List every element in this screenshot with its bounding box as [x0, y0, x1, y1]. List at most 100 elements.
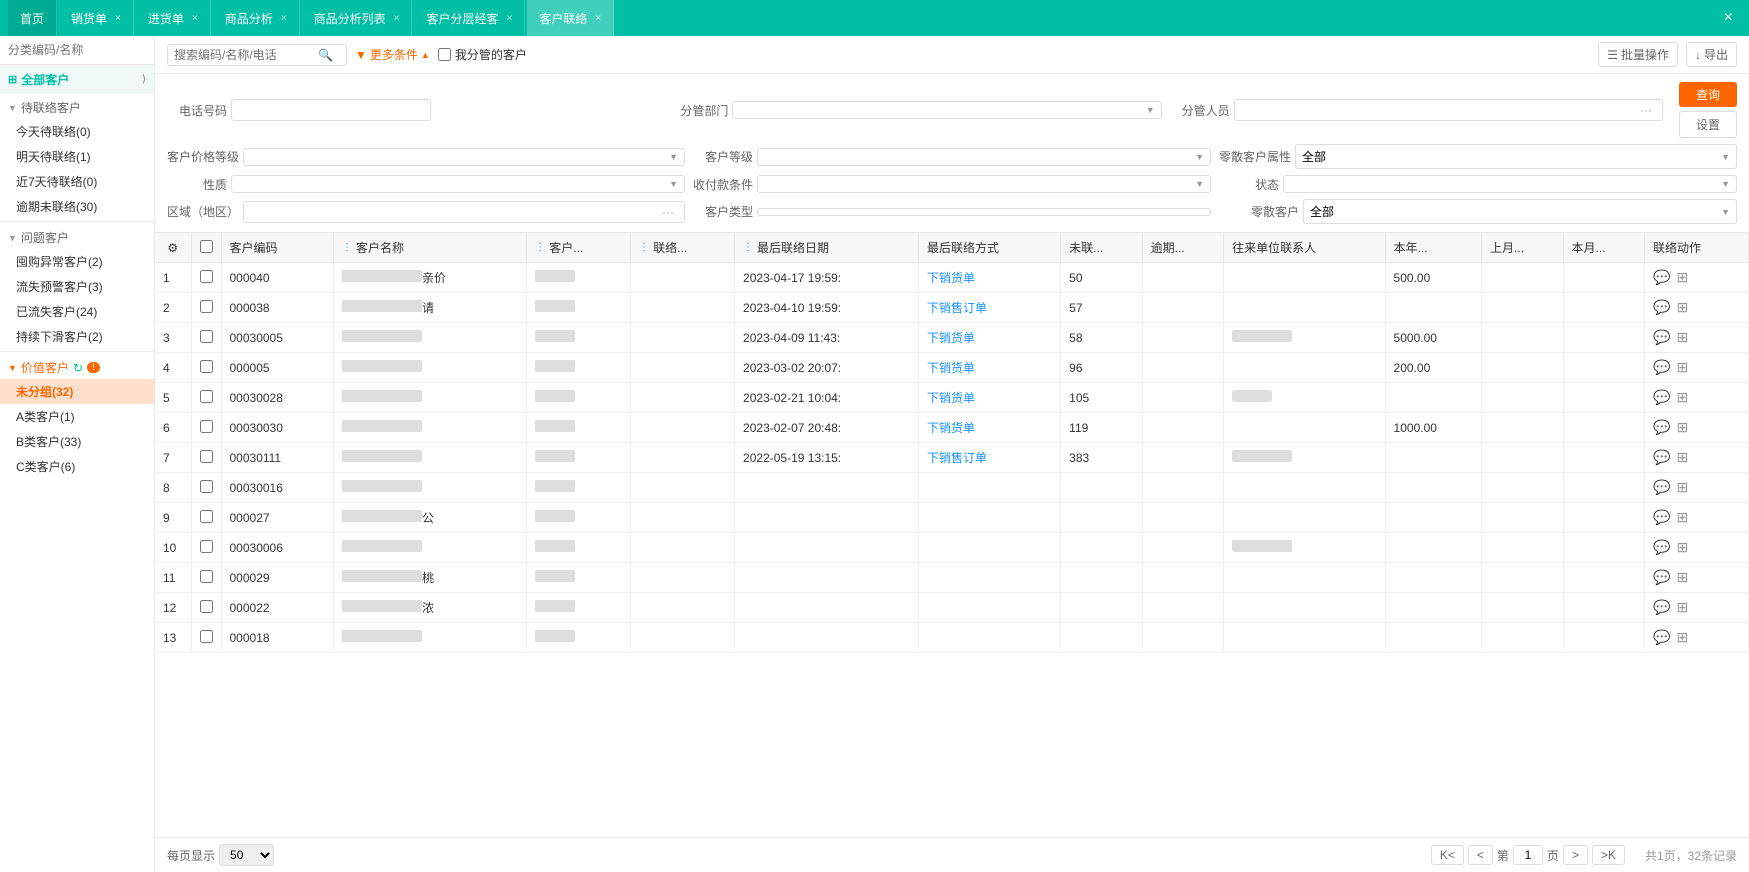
reset-btn[interactable]: 设置 — [1679, 111, 1737, 138]
row-checkbox[interactable] — [200, 330, 213, 343]
filter-person-select[interactable]: ··· — [1234, 99, 1663, 121]
filter-status-select[interactable]: ▼ — [1283, 175, 1737, 193]
sidebar-item-churn-warning[interactable]: 流失预警客户(3) — [0, 274, 154, 299]
sidebar-item-b-class[interactable]: B类客户(33) — [0, 429, 154, 454]
action-grid-icon[interactable]: ⊞ — [1676, 569, 1688, 586]
filter-customer-level-select[interactable]: ▼ — [757, 148, 1211, 166]
row-checkbox[interactable] — [200, 270, 213, 283]
action-grid-icon[interactable]: ⊞ — [1676, 299, 1688, 316]
nav-tab-home[interactable]: 首页 — [8, 0, 57, 36]
filter-price-level-select[interactable]: ▼ — [243, 148, 685, 166]
sidebar-score-group[interactable]: ▼ 价值客户 ↻ ! — [0, 354, 154, 379]
action-grid-icon[interactable]: ⊞ — [1676, 389, 1688, 406]
nav-tab-purchase[interactable]: 进货单 × — [136, 0, 211, 36]
last-method-link[interactable]: 下销货单 — [927, 421, 975, 435]
action-chat-icon[interactable]: 💬 — [1653, 359, 1670, 376]
filter-retail-customer-select[interactable]: 全部 ▼ — [1303, 199, 1737, 224]
th-settings[interactable]: ⚙ — [155, 233, 191, 263]
action-chat-icon[interactable]: 💬 — [1653, 329, 1670, 346]
nav-tab-sales-close[interactable]: × — [115, 13, 121, 24]
nav-tab-customer-contact[interactable]: 客户联络 × — [527, 0, 614, 36]
action-grid-icon[interactable]: ⊞ — [1676, 599, 1688, 616]
action-chat-icon[interactable]: 💬 — [1653, 479, 1670, 496]
th-name-resize[interactable]: ⋮ — [342, 242, 352, 253]
action-grid-icon[interactable]: ⊞ — [1676, 479, 1688, 496]
page-number-input[interactable] — [1513, 845, 1543, 865]
filter-dept-select[interactable]: ▼ — [732, 101, 1161, 119]
last-method-link[interactable]: 下销货单 — [927, 331, 975, 345]
row-checkbox[interactable] — [200, 480, 213, 493]
sidebar-item-ungroup[interactable]: 未分组(32) — [0, 379, 154, 404]
toolbar-search-input[interactable] — [174, 48, 314, 62]
filter-gender-select[interactable]: ▼ — [231, 175, 685, 193]
action-chat-icon[interactable]: 💬 — [1653, 449, 1670, 466]
nav-window-close[interactable]: × — [1716, 5, 1741, 31]
row-checkbox[interactable] — [200, 390, 213, 403]
last-method-link[interactable]: 下销货单 — [927, 361, 975, 375]
nav-tab-purchase-close[interactable]: × — [192, 13, 198, 24]
filter-person-dots[interactable]: ··· — [1636, 103, 1656, 117]
sidebar-item-today[interactable]: 今天待联络(0) — [0, 119, 154, 144]
batch-btn[interactable]: ☰ 批量操作 — [1598, 42, 1678, 67]
row-checkbox[interactable] — [200, 360, 213, 373]
nav-tab-customer-tier[interactable]: 客户分层经客 × — [414, 0, 525, 36]
filter-customer-type-select[interactable] — [757, 208, 1211, 216]
sidebar-item-c-class[interactable]: C类客户(6) — [0, 454, 154, 479]
action-chat-icon[interactable]: 💬 — [1653, 419, 1670, 436]
settings-icon[interactable]: ⚙ — [167, 241, 178, 255]
sidebar-item-7days[interactable]: 近7天待联络(0) — [0, 169, 154, 194]
th-type-resize[interactable]: ⋮ — [535, 242, 545, 253]
nav-tab-goods-list-close[interactable]: × — [394, 13, 400, 24]
action-grid-icon[interactable]: ⊞ — [1676, 629, 1688, 646]
filter-region-dots[interactable]: ··· — [658, 205, 678, 219]
row-checkbox[interactable] — [200, 300, 213, 313]
action-chat-icon[interactable]: 💬 — [1653, 299, 1670, 316]
nav-tab-customer-contact-close[interactable]: × — [595, 13, 601, 24]
action-chat-icon[interactable]: 💬 — [1653, 569, 1670, 586]
query-btn[interactable]: 查询 — [1679, 82, 1737, 107]
last-method-link[interactable]: 下销售订单 — [927, 301, 987, 315]
filter-retail-attr-select[interactable]: 全部 ▼ — [1295, 144, 1737, 169]
first-page-btn[interactable]: K< — [1431, 845, 1464, 865]
sidebar-item-overdue[interactable]: 逾期未联络(30) — [0, 194, 154, 219]
nav-tab-sales[interactable]: 销货单 × — [59, 0, 134, 36]
sidebar-item-tomorrow[interactable]: 明天待联络(1) — [0, 144, 154, 169]
sidebar-waiting-group[interactable]: ▼ 待联络客户 — [0, 94, 154, 119]
row-checkbox[interactable] — [200, 420, 213, 433]
action-chat-icon[interactable]: 💬 — [1653, 629, 1670, 646]
last-method-link[interactable]: 下销货单 — [927, 391, 975, 405]
nav-tab-goods-list[interactable]: 商品分析列表 × — [302, 0, 413, 36]
toolbar-search-icon[interactable]: 🔍 — [318, 48, 333, 62]
th-contact-resize[interactable]: ⋮ — [639, 242, 649, 253]
row-checkbox[interactable] — [200, 510, 213, 523]
action-grid-icon[interactable]: ⊞ — [1676, 539, 1688, 556]
action-chat-icon[interactable]: 💬 — [1653, 389, 1670, 406]
prev-page-btn[interactable]: < — [1468, 845, 1493, 865]
my-customers-checkbox[interactable] — [438, 48, 451, 61]
filter-more-btn[interactable]: ▼ 更多条件 ▲ — [355, 46, 430, 63]
action-grid-icon[interactable]: ⊞ — [1676, 449, 1688, 466]
row-checkbox[interactable] — [200, 540, 213, 553]
sidebar-all-customers[interactable]: ⊞ 全部客户 ⟩ — [0, 65, 154, 94]
refresh-icon[interactable]: ↻ — [73, 361, 83, 375]
nav-tab-customer-tier-close[interactable]: × — [506, 13, 512, 24]
action-grid-icon[interactable]: ⊞ — [1676, 509, 1688, 526]
sidebar-search-input[interactable] — [8, 43, 155, 57]
row-checkbox[interactable] — [200, 450, 213, 463]
action-grid-icon[interactable]: ⊞ — [1676, 419, 1688, 436]
action-chat-icon[interactable]: 💬 — [1653, 539, 1670, 556]
action-chat-icon[interactable]: 💬 — [1653, 509, 1670, 526]
action-grid-icon[interactable]: ⊞ — [1676, 359, 1688, 376]
th-last-date-resize[interactable]: ⋮ — [743, 242, 753, 253]
page-size-select[interactable]: 50 100 200 — [219, 844, 274, 866]
sidebar-item-churned[interactable]: 已流失客户(24) — [0, 299, 154, 324]
action-chat-icon[interactable]: 💬 — [1653, 599, 1670, 616]
last-method-link[interactable]: 下销售订单 — [927, 451, 987, 465]
last-page-btn[interactable]: >K — [1592, 845, 1625, 865]
row-checkbox[interactable] — [200, 630, 213, 643]
sidebar-item-abnormal[interactable]: 囤购异常客户(2) — [0, 249, 154, 274]
action-grid-icon[interactable]: ⊞ — [1676, 329, 1688, 346]
row-checkbox[interactable] — [200, 600, 213, 613]
row-checkbox[interactable] — [200, 570, 213, 583]
table-select-all[interactable] — [200, 240, 213, 253]
